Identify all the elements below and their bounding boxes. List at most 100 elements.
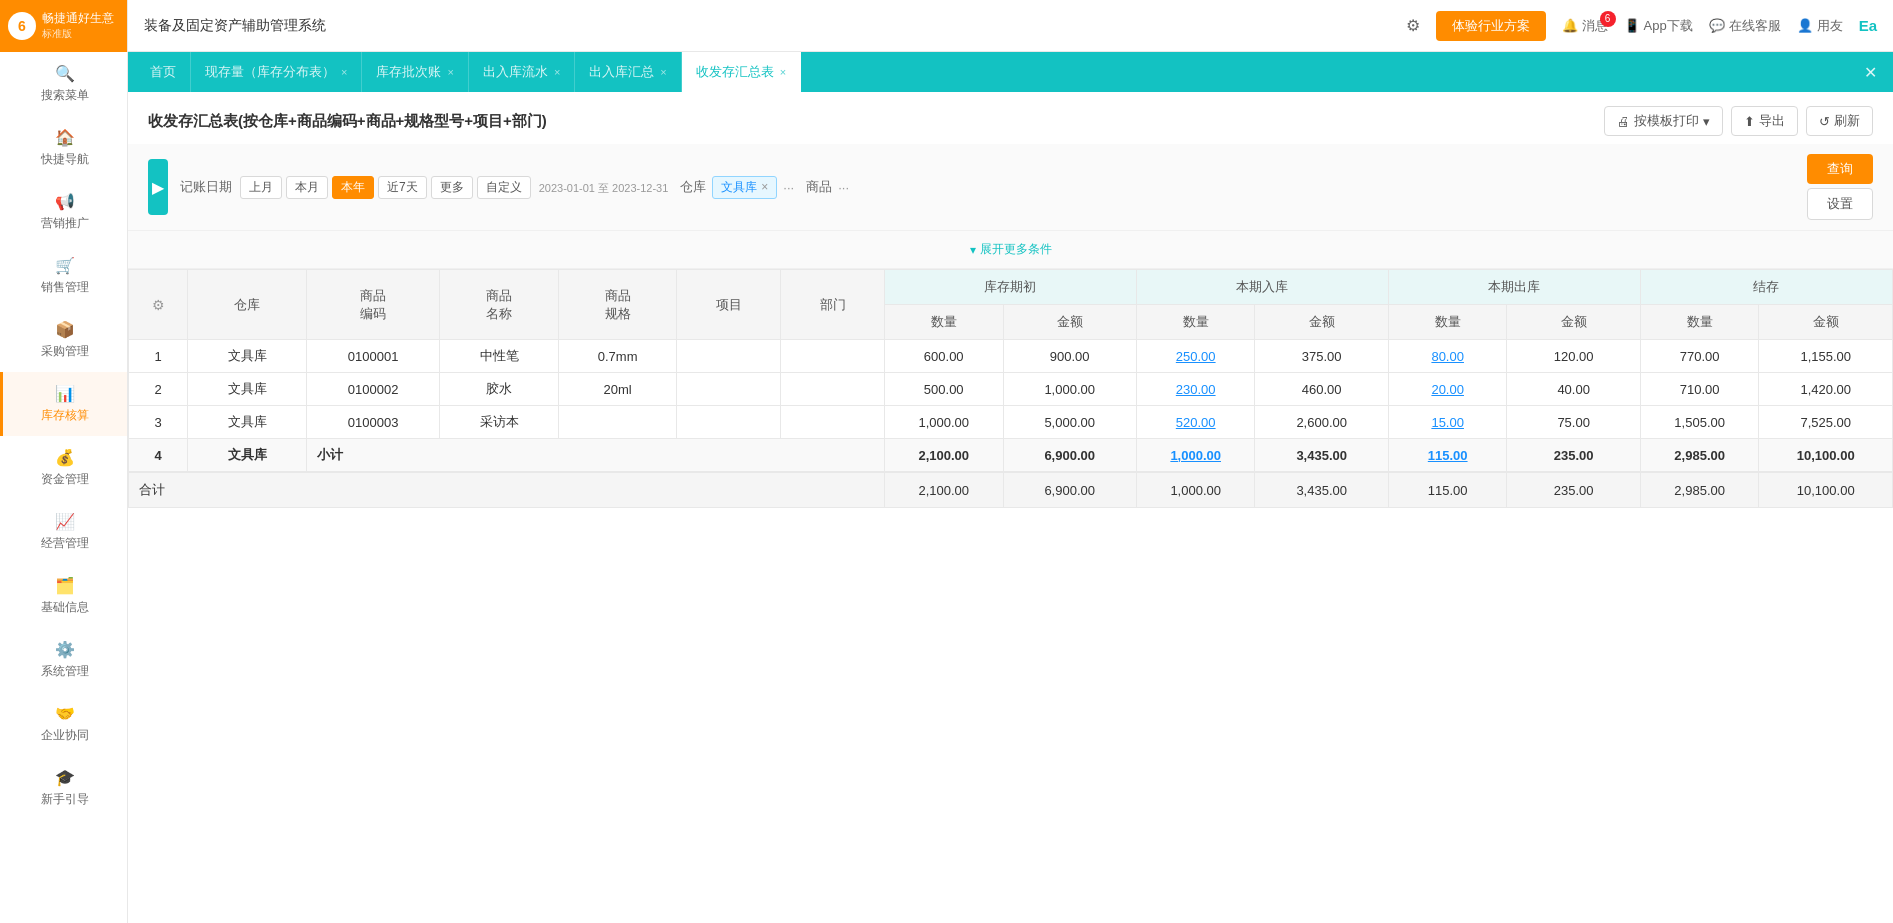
cell-warehouse: 文具库: [188, 373, 307, 406]
cell-in-qty[interactable]: 250.00: [1136, 340, 1255, 373]
print-btn[interactable]: 🖨 按模板打印 ▾: [1604, 106, 1723, 136]
trial-btn[interactable]: 体验行业方案: [1436, 11, 1546, 41]
tab-close-in_out_flow[interactable]: ×: [554, 66, 560, 78]
tab-home[interactable]: 首页: [136, 52, 191, 92]
tab-inventory_dist[interactable]: 现存量（库存分布表）×: [191, 52, 362, 92]
tab-label-in_out_flow: 出入库流水: [483, 63, 548, 81]
tab-close-batch[interactable]: ×: [447, 66, 453, 78]
bell-icon: 🔔: [1562, 18, 1578, 33]
th-project: 项目: [677, 270, 781, 340]
tab-close-in_out_summary[interactable]: ×: [660, 66, 666, 78]
sidebar-item-system_mgmt[interactable]: ⚙️系统管理: [0, 628, 127, 692]
sidebar-icon-quick_nav: 🏠: [55, 128, 75, 147]
cell-opening-amt: 5,000.00: [1003, 406, 1136, 439]
cell-out-qty[interactable]: 15.00: [1388, 406, 1507, 439]
filter-settings-btn[interactable]: 设置: [1807, 188, 1873, 220]
cell-num: 1: [129, 340, 188, 373]
filter-collapse-btn[interactable]: ▶: [148, 159, 168, 215]
sidebar-icon-enterprise_coop: 🤝: [55, 704, 75, 723]
query-btn[interactable]: 查询: [1807, 154, 1873, 184]
export-btn[interactable]: ⬆ 导出: [1731, 106, 1798, 136]
sidebar-item-quick_nav[interactable]: 🏠快捷导航: [0, 116, 127, 180]
cell-out-qty[interactable]: 20.00: [1388, 373, 1507, 406]
tab-close-recv_send_summary[interactable]: ×: [780, 66, 786, 78]
date-btn-0[interactable]: 上月: [240, 176, 282, 199]
total-label: 合计: [129, 472, 885, 508]
th-in-group: 本期入库: [1136, 270, 1388, 305]
sidebar-icon-inventory_check: 📊: [55, 384, 75, 403]
warehouse-more[interactable]: ···: [783, 180, 794, 195]
sidebar-icon-search: 🔍: [55, 64, 75, 83]
date-btn-1[interactable]: 本月: [286, 176, 328, 199]
date-btn-2[interactable]: 本年: [332, 176, 374, 199]
sidebar-icon-finance_mgmt: 💰: [55, 448, 75, 467]
sidebar-item-finance_mgmt[interactable]: 💰资金管理: [0, 436, 127, 500]
total-in-qty: 1,000.00: [1136, 472, 1255, 508]
sidebar-item-inventory_check[interactable]: 📊库存核算: [0, 372, 127, 436]
table-settings-icon[interactable]: ⚙: [152, 297, 165, 313]
date-label: 记账日期: [180, 178, 232, 196]
print-icon: 🖨: [1617, 114, 1630, 129]
sidebar-item-search[interactable]: 🔍搜索菜单: [0, 52, 127, 116]
cell-dept: [781, 406, 885, 439]
th-opening-amt: 金额: [1003, 305, 1136, 340]
tab-batch[interactable]: 库存批次账×: [362, 52, 468, 92]
app-download-label: App下载: [1644, 17, 1693, 35]
th-closing-qty: 数量: [1640, 305, 1759, 340]
messages-btn[interactable]: 🔔 消息 6: [1562, 17, 1608, 35]
sidebar-icon-basic_info: 🗂️: [55, 576, 75, 595]
settings-icon[interactable]: ⚙: [1406, 16, 1420, 35]
total-in-amt: 3,435.00: [1255, 472, 1388, 508]
cell-opening-amt: 1,000.00: [1003, 373, 1136, 406]
cell-warehouse: 文具库: [188, 406, 307, 439]
tab-in_out_summary[interactable]: 出入库汇总×: [575, 52, 681, 92]
tab-close-inventory_dist[interactable]: ×: [341, 66, 347, 78]
warehouse-tag-remove[interactable]: ×: [761, 180, 768, 194]
sidebar-item-business_mgmt[interactable]: 📈经营管理: [0, 500, 127, 564]
date-btn-5[interactable]: 自定义: [477, 176, 531, 199]
sidebar-item-sales_mgmt[interactable]: 🛒销售管理: [0, 244, 127, 308]
sidebar-item-beginner_guide[interactable]: 🎓新手引导: [0, 756, 127, 820]
user-icon: 👤: [1797, 18, 1813, 33]
subtotal-label: 小计: [306, 439, 884, 473]
expand-more-btn[interactable]: ▾ 展开更多条件: [966, 237, 1056, 262]
date-btn-3[interactable]: 近7天: [378, 176, 427, 199]
tabbar-close-btn[interactable]: ✕: [1856, 63, 1885, 82]
system-title: 装备及固定资产辅助管理系统: [144, 17, 1394, 35]
main-area: 装备及固定资产辅助管理系统 ⚙ 体验行业方案 🔔 消息 6 📱 App下载 💬 …: [128, 0, 1893, 923]
th-closing-amt: 金额: [1759, 305, 1893, 340]
cell-out-amt: 120.00: [1507, 340, 1640, 373]
date-btn-4[interactable]: 更多: [431, 176, 473, 199]
refresh-btn[interactable]: ↺ 刷新: [1806, 106, 1873, 136]
cell-in-qty[interactable]: 520.00: [1136, 406, 1255, 439]
online-service-btn[interactable]: 💬 在线客服: [1709, 17, 1781, 35]
user-btn[interactable]: 👤 用友: [1797, 17, 1843, 35]
cell-spec: 20ml: [558, 373, 677, 406]
sidebar-item-basic_info[interactable]: 🗂️基础信息: [0, 564, 127, 628]
cell-code: 0100002: [306, 373, 439, 406]
tabbar: 首页现存量（库存分布表）×库存批次账×出入库流水×出入库汇总×收发存汇总表× ✕: [128, 52, 1893, 92]
sidebar-item-purchase_mgmt[interactable]: 📦采购管理: [0, 308, 127, 372]
tab-recv_send_summary[interactable]: 收发存汇总表×: [682, 52, 801, 92]
cell-out-qty[interactable]: 80.00: [1388, 340, 1507, 373]
th-name: 商品名称: [440, 270, 559, 340]
filter-section-date: 记账日期 上月本月本年近7天更多自定义 2023-01-01 至 2023-12…: [180, 176, 668, 199]
th-code: 商品编码: [306, 270, 439, 340]
goods-more[interactable]: ···: [838, 180, 849, 195]
tab-in_out_flow[interactable]: 出入库流水 ×: [469, 52, 575, 92]
sidebar-item-enterprise_coop[interactable]: 🤝企业协同: [0, 692, 127, 756]
content-area: 收发存汇总表(按仓库+商品编码+商品+规格型号+项目+部门) 🖨 按模板打印 ▾…: [128, 92, 1893, 923]
cell-project: [677, 340, 781, 373]
cell-closing-amt: 1,420.00: [1759, 373, 1893, 406]
cell-closing-amt: 1,155.00: [1759, 340, 1893, 373]
cell-warehouse: 文具库: [188, 340, 307, 373]
app-download-btn[interactable]: 📱 App下载: [1624, 17, 1693, 35]
cell-in-qty[interactable]: 230.00: [1136, 373, 1255, 406]
total-opening-amt: 6,900.00: [1003, 472, 1136, 508]
cell-opening-qty: 500.00: [884, 373, 1003, 406]
sidebar-item-marketing_promo[interactable]: 📢营销推广: [0, 180, 127, 244]
download-icon: 📱: [1624, 18, 1640, 33]
th-spec: 商品规格: [558, 270, 677, 340]
sidebar-icon-system_mgmt: ⚙️: [55, 640, 75, 659]
sidebar-label-purchase_mgmt: 采购管理: [41, 343, 89, 360]
